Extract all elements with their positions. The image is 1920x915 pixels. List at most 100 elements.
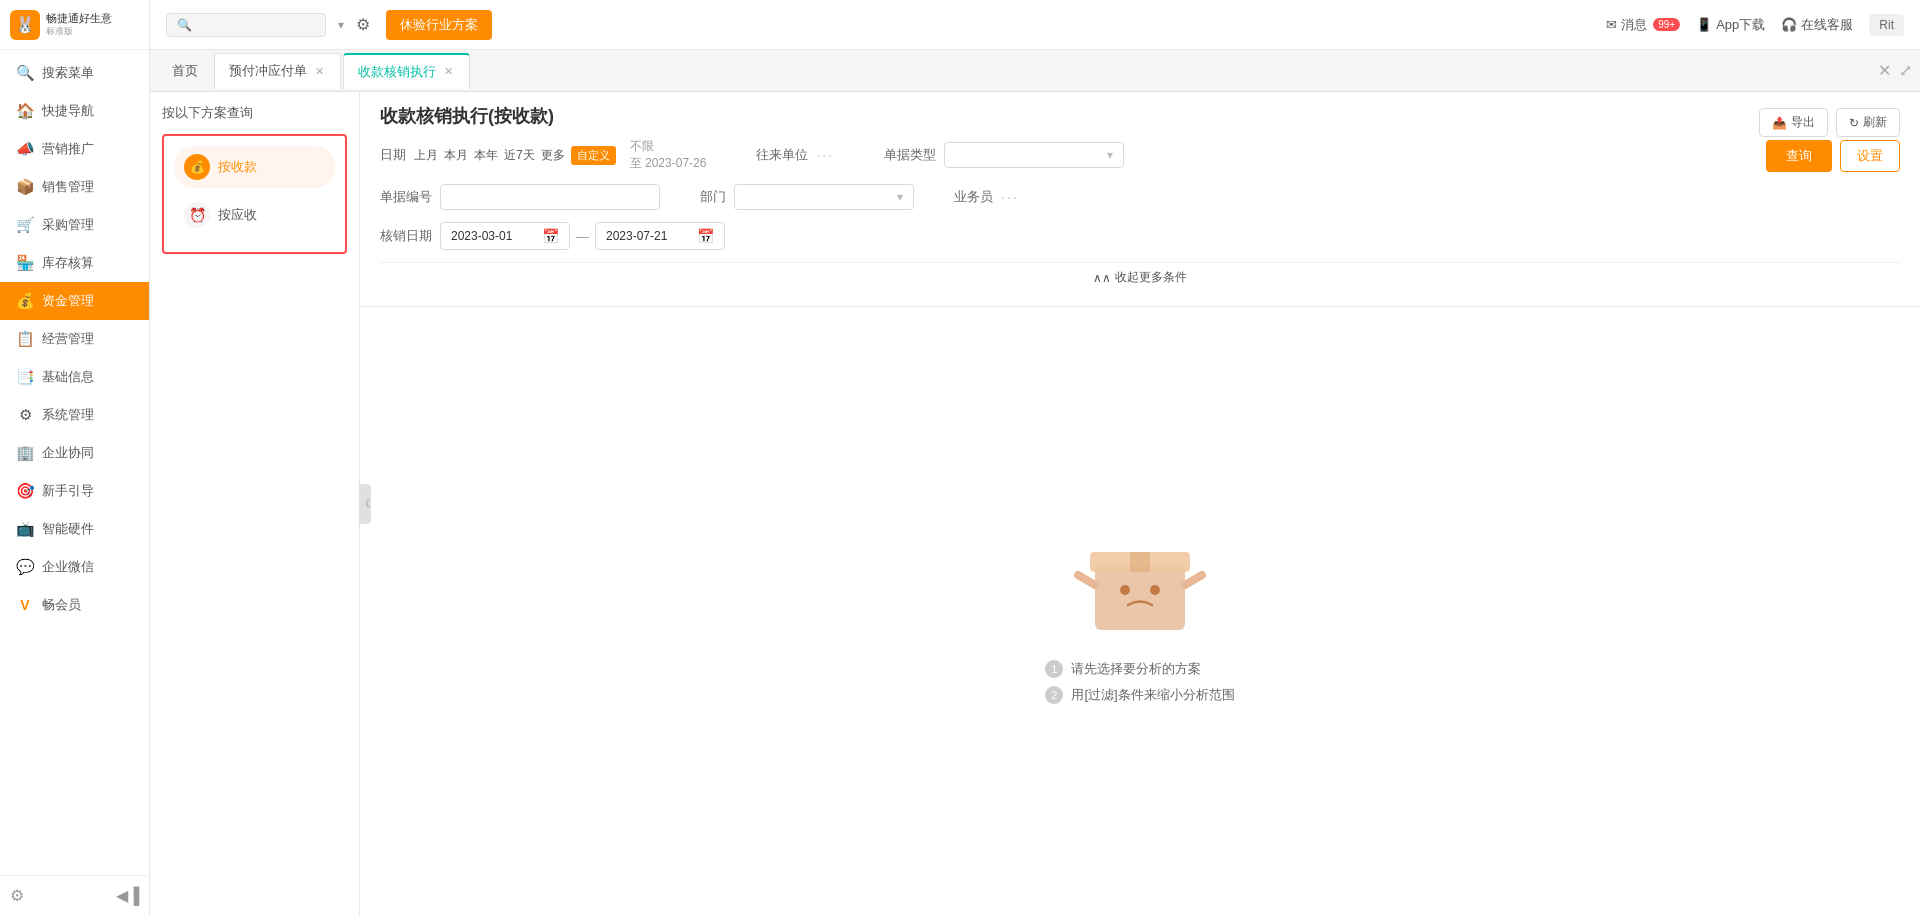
sidebar-item-marketing[interactable]: 📣 营销推广 [0, 130, 149, 168]
filter-panel-collapse-btn[interactable]: 《 [359, 484, 371, 524]
main-area: 🔍 ▾ ⚙ 休验行业方案 ✉ 消息 99+ 📱 App下载 🎧 在线客服 Rit [150, 0, 1920, 915]
tabs-right-actions: ✕ ⤢ [1878, 61, 1912, 80]
topbar-search[interactable]: 🔍 [166, 13, 326, 37]
shortcut-this-month[interactable]: 本月 [444, 147, 468, 164]
tab-receipt-writeoff-close-icon[interactable]: ✕ [442, 63, 455, 80]
by-receivable-icon: ⏰ [184, 202, 210, 228]
empty-illustration [1070, 510, 1210, 640]
voucher-no-input[interactable] [440, 184, 660, 210]
tab-prepay[interactable]: 预付冲应付单 ✕ [214, 53, 341, 89]
app-download-btn[interactable]: 📱 App下载 [1696, 16, 1765, 34]
date-separator: — [576, 229, 589, 244]
form-row-1: 日期 上月 本月 本年 近7天 更多 自定义 不限 至 [380, 138, 1900, 172]
counterpart-form-item: 往来单位 ··· [756, 146, 834, 164]
filter-options-border: 💰 按收款 ⏰ 按应收 [162, 134, 347, 254]
message-btn[interactable]: ✉ 消息 99+ [1606, 16, 1680, 34]
export-btn[interactable]: 📤 导出 [1759, 108, 1828, 137]
sidebar-item-sales[interactable]: 📦 销售管理 [0, 168, 149, 206]
empty-hint-2: 2 用[过滤]条件来缩小分析范围 [1045, 686, 1234, 704]
shortcut-custom[interactable]: 自定义 [571, 146, 616, 165]
collapse-more-label: 收起更多条件 [1115, 269, 1187, 286]
refresh-btn[interactable]: ↻ 刷新 [1836, 108, 1900, 137]
setting-btn[interactable]: 设置 [1840, 140, 1900, 172]
sidebar-item-wechat[interactable]: 💬 企业微信 [0, 548, 149, 586]
sidebar-item-vip[interactable]: V 畅会员 [0, 586, 149, 624]
collapse-more-btn[interactable]: ∧∧ 收起更多条件 [380, 262, 1900, 292]
writeoff-date-form-item: 核销日期 2023-03-01 📅 — 2023-07-21 📅 [380, 222, 725, 250]
calendar-end-icon: 📅 [697, 228, 714, 244]
sidebar-item-finance[interactable]: 💰 资金管理 [0, 282, 149, 320]
topbar-chevron-icon[interactable]: ▾ [338, 18, 344, 32]
sidebar-item-label: 销售管理 [42, 178, 94, 196]
department-select[interactable]: ▾ [734, 184, 914, 210]
sidebar-item-purchase[interactable]: 🛒 采购管理 [0, 206, 149, 244]
writeoff-start-date[interactable]: 2023-03-01 📅 [440, 222, 570, 250]
writeoff-date-label: 核销日期 [380, 227, 432, 245]
shortcut-this-year[interactable]: 本年 [474, 147, 498, 164]
business-input[interactable]: ··· [1001, 189, 1019, 205]
industry-btn[interactable]: 休验行业方案 [386, 10, 492, 40]
page-title: 收款核销执行(按收款) [380, 104, 554, 128]
business-label: 业务员 [954, 188, 993, 206]
tabs-close-all-icon[interactable]: ✕ [1878, 61, 1891, 80]
sidebar-logo: 🐰 畅捷通好生意 标准版 [0, 0, 149, 50]
page-main: 收款核销执行(按收款) 📤 导出 ↻ 刷新 [360, 92, 1920, 915]
export-icon: 📤 [1772, 116, 1787, 130]
search-icon: 🔍 [16, 64, 34, 82]
app-label: App下载 [1716, 16, 1765, 34]
collapse-icon[interactable]: ◀▐ [116, 886, 139, 905]
tabs-expand-icon[interactable]: ⤢ [1899, 61, 1912, 80]
home-icon: 🏠 [16, 102, 34, 120]
message-icon: ✉ [1606, 17, 1617, 32]
sidebar-item-system[interactable]: ⚙ 系统管理 [0, 396, 149, 434]
user-profile[interactable]: Rit [1869, 14, 1904, 36]
wechat-icon: 💬 [16, 558, 34, 576]
sidebar-item-inventory[interactable]: 🏪 库存核算 [0, 244, 149, 282]
sidebar-item-operation[interactable]: 📋 经营管理 [0, 320, 149, 358]
shortcut-last-month[interactable]: 上月 [414, 147, 438, 164]
voucher-no-form-item: 单据编号 [380, 184, 660, 210]
tab-home[interactable]: 首页 [158, 53, 212, 89]
filter-panel: 按以下方案查询 💰 按收款 ⏰ 按应收 《 [150, 92, 360, 915]
tabs-bar: 首页 预付冲应付单 ✕ 收款核销执行 ✕ ✕ ⤢ [150, 50, 1920, 92]
tab-receipt-writeoff-label: 收款核销执行 [358, 63, 436, 81]
shortcut-7days[interactable]: 近7天 [504, 147, 535, 164]
settings-icon[interactable]: ⚙ [10, 886, 24, 905]
user-name: Rit [1879, 18, 1894, 32]
logo-text: 畅捷通好生意 [46, 11, 112, 25]
sidebar-item-label: 企业微信 [42, 558, 94, 576]
date-form-item: 日期 上月 本月 本年 近7天 更多 自定义 不限 至 [380, 138, 706, 172]
logo-icon: 🐰 [10, 10, 40, 40]
department-form-item: 部门 ▾ [700, 184, 914, 210]
empty-hint-1: 1 请先选择要分析的方案 [1045, 660, 1234, 678]
refresh-icon: ↻ [1849, 116, 1859, 130]
tab-receipt-writeoff[interactable]: 收款核销执行 ✕ [343, 53, 470, 89]
service-btn[interactable]: 🎧 在线客服 [1781, 16, 1853, 34]
voucher-type-select[interactable]: ▾ [944, 142, 1124, 168]
sidebar-item-search[interactable]: 🔍 搜索菜单 [0, 54, 149, 92]
sidebar-item-label: 新手引导 [42, 482, 94, 500]
writeoff-end-date[interactable]: 2023-07-21 📅 [595, 222, 725, 250]
counterpart-input[interactable]: ··· [816, 147, 834, 163]
shortcut-more[interactable]: 更多 [541, 147, 565, 164]
search-btn[interactable]: 查询 [1766, 140, 1832, 172]
topbar-gear-icon[interactable]: ⚙ [356, 15, 370, 34]
filter-option-by-receivable[interactable]: ⏰ 按应收 [174, 194, 335, 236]
sidebar-item-label: 采购管理 [42, 216, 94, 234]
sidebar-item-quicknav[interactable]: 🏠 快捷导航 [0, 92, 149, 130]
sidebar-item-basic[interactable]: 📑 基础信息 [0, 358, 149, 396]
sidebar-item-corp[interactable]: 🏢 企业协同 [0, 434, 149, 472]
hardware-icon: 📺 [16, 520, 34, 538]
sidebar-item-guide[interactable]: 🎯 新手引导 [0, 472, 149, 510]
tab-home-label: 首页 [172, 62, 198, 80]
sidebar-item-label: 资金管理 [42, 292, 94, 310]
voucher-type-form-item: 单据类型 ▾ [884, 142, 1124, 168]
tab-prepay-close-icon[interactable]: ✕ [313, 63, 326, 80]
by-receipt-icon: 💰 [184, 154, 210, 180]
message-label: 消息 [1621, 16, 1647, 34]
by-receivable-label: 按应收 [218, 206, 257, 224]
sidebar-item-hardware[interactable]: 📺 智能硬件 [0, 510, 149, 548]
sidebar-item-label: 搜索菜单 [42, 64, 94, 82]
filter-option-by-receipt[interactable]: 💰 按收款 [174, 146, 335, 188]
sidebar-item-label: 系统管理 [42, 406, 94, 424]
